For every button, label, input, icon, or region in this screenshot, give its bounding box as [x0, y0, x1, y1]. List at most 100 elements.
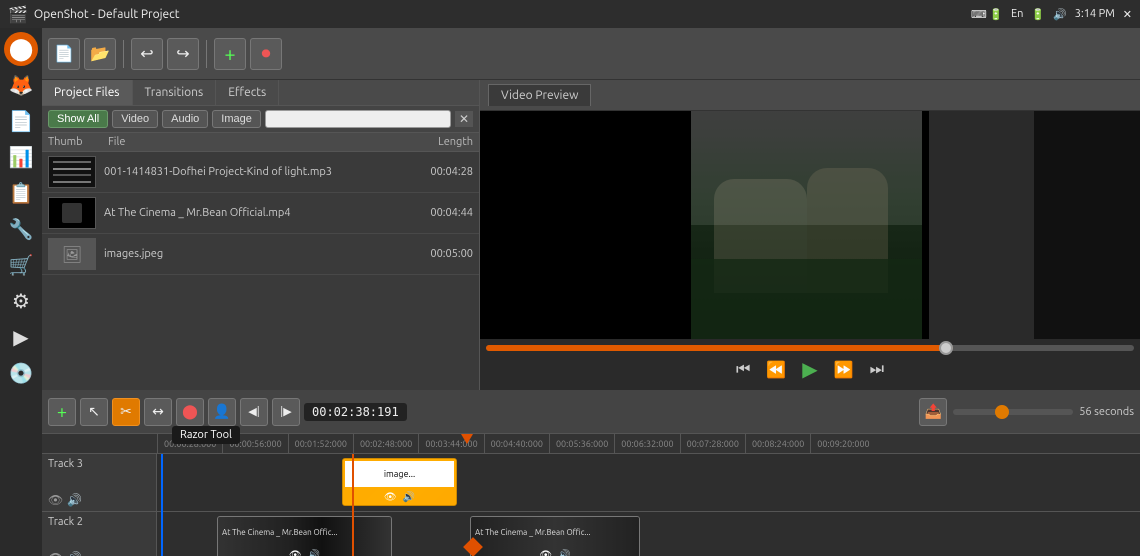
- titlebar-left: 🎬 OpenShot - Default Project: [8, 5, 179, 24]
- marker-tool-button[interactable]: 👤: [208, 398, 236, 426]
- filter-show-all[interactable]: Show All: [48, 110, 108, 128]
- control-buttons: ⏮ ⏪ ▶ ⏩ ⏭: [486, 355, 1134, 384]
- middle-section: Project Files Transitions Effects Show A…: [42, 80, 1140, 390]
- snap-start-button[interactable]: ◀|: [240, 398, 268, 426]
- sidebar-icon-1[interactable]: 🦊: [4, 68, 38, 102]
- redo-button[interactable]: ↪: [167, 38, 199, 70]
- play-button[interactable]: ▶: [798, 355, 821, 384]
- ruler-mark-2: 00:01:52:000: [288, 434, 353, 454]
- search-input[interactable]: [265, 110, 451, 128]
- skip-forward-button[interactable]: ⏭: [866, 359, 888, 381]
- clip-image-1[interactable]: image... 👁 🔊: [342, 458, 457, 506]
- track-2: Track 2 👁 🔊 At The Cinema _ Mr.Bean Offi…: [42, 512, 1140, 556]
- track-3-controls: 👁 🔊: [48, 493, 150, 507]
- file-table-header: Thumb File Length: [42, 133, 479, 152]
- track-2-header: Track 2 👁 🔊: [42, 512, 157, 556]
- progress-fill: [486, 345, 953, 351]
- track-3-audio-icon[interactable]: 🔊: [67, 493, 82, 507]
- sidebar-icon-7[interactable]: ▶: [4, 320, 38, 354]
- sidebar-icon-4[interactable]: 📋: [4, 176, 38, 210]
- track-2-audio-icon[interactable]: 🔊: [67, 551, 82, 556]
- track-2-content[interactable]: At The Cinema _ Mr.Bean Offic... 👁 🔊: [157, 512, 1140, 556]
- open-project-button[interactable]: 📂: [84, 38, 116, 70]
- file-row-3[interactable]: 🖼 images.jpeg 00:05:00: [42, 234, 479, 275]
- clip-eye-icon-2b[interactable]: 👁: [539, 549, 552, 556]
- move-tool-button[interactable]: ↔: [144, 398, 172, 426]
- tab-project-files[interactable]: Project Files: [42, 80, 133, 105]
- file-length-2: 00:04:44: [403, 207, 473, 219]
- select-tool-button[interactable]: ↖: [80, 398, 108, 426]
- track-2-controls: 👁 🔊: [48, 551, 150, 556]
- clip-eye-icon-3[interactable]: 👁: [384, 491, 397, 503]
- sidebar-icon-8[interactable]: 💿: [4, 356, 38, 390]
- progress-bar[interactable]: [486, 345, 1134, 351]
- add-track-button[interactable]: +: [48, 398, 76, 426]
- sidebar-icon-gear[interactable]: ⚙: [4, 284, 38, 318]
- main-content: ⬤ 🦊 📄 📊 📋 🔧 🛒 ⚙ ▶ 💿 📄 📂 ↩ ↪ + ⏺ Project: [0, 28, 1140, 556]
- sidebar-icon-3[interactable]: 📊: [4, 140, 38, 174]
- titlebar: 🎬 OpenShot - Default Project ⌨ 🔋 En 🔋 🔊 …: [0, 0, 1140, 28]
- razor-tooltip: Razor Tool: [172, 426, 240, 444]
- filter-audio[interactable]: Audio: [162, 110, 208, 128]
- razor-tool-button[interactable]: ✂: [112, 398, 140, 426]
- tab-effects[interactable]: Effects: [216, 80, 279, 105]
- track-2-name: Track 2: [48, 516, 150, 528]
- titlebar-right: ⌨ 🔋 En 🔋 🔊 3:14 PM ✕: [971, 8, 1132, 21]
- ruler-mark-8: 00:07:28:000: [680, 434, 745, 454]
- step-back-button[interactable]: ⏪: [762, 358, 790, 382]
- track-2-eye-icon[interactable]: 👁: [48, 551, 63, 556]
- search-clear-button[interactable]: ✕: [455, 111, 473, 127]
- file-name-1: 001-1414831-Dofhei Project-Kind of light…: [104, 166, 403, 178]
- clip-audio-icon-2b[interactable]: 🔊: [558, 549, 570, 556]
- track-3-content[interactable]: image... 👁 🔊: [157, 454, 1140, 511]
- clip-video-1[interactable]: At The Cinema _ Mr.Bean Offic... 👁 🔊: [217, 516, 392, 556]
- undo-button[interactable]: ↩: [131, 38, 163, 70]
- toolbar-separator-1: [123, 40, 124, 68]
- clip-eye-icon-2a[interactable]: 👁: [289, 549, 302, 556]
- track-3-eye-icon[interactable]: 👁: [48, 493, 63, 507]
- filter-image[interactable]: Image: [212, 110, 261, 128]
- skip-back-button[interactable]: ⏮: [732, 359, 754, 381]
- video-preview-tab[interactable]: Video Preview: [488, 84, 591, 106]
- toolbar-right: 📤 56 seconds: [919, 398, 1134, 426]
- clock: 3:14 PM: [1075, 8, 1115, 20]
- file-thumb-3: 🖼: [48, 238, 96, 270]
- filter-video[interactable]: Video: [112, 110, 158, 128]
- file-thumb-2: [48, 197, 96, 229]
- file-row-1[interactable]: 001-1414831-Dofhei Project-Kind of light…: [42, 152, 479, 193]
- sidebar-icon-5[interactable]: 🔧: [4, 212, 38, 246]
- tab-transitions[interactable]: Transitions: [133, 80, 217, 105]
- ruler-mark-7: 00:06:32:000: [614, 434, 679, 454]
- file-length-3: 00:05:00: [403, 248, 473, 260]
- sidebar: ⬤ 🦊 📄 📊 📋 🔧 🛒 ⚙ ▶ 💿: [0, 28, 42, 556]
- clip-audio-icon-2a[interactable]: 🔊: [308, 549, 320, 556]
- progress-handle[interactable]: [939, 341, 953, 355]
- magnet-tool-button[interactable]: ⬤: [176, 398, 204, 426]
- snap-end-button[interactable]: |▶: [272, 398, 300, 426]
- timeline-section: + ↖ ✂ ↔ ⬤ 👤 ◀| |▶ Razor Tool 00:02:38:19…: [42, 390, 1140, 556]
- file-length-1: 00:04:28: [403, 166, 473, 178]
- record-button[interactable]: ⏺: [250, 38, 282, 70]
- sidebar-ubuntu[interactable]: ⬤: [4, 32, 38, 66]
- file-name-2: At The Cinema _ Mr.Bean Official.mp4: [104, 207, 403, 219]
- zoom-slider[interactable]: [953, 409, 1073, 415]
- clip-audio-icon-3[interactable]: 🔊: [403, 491, 415, 503]
- battery-icon: 🔋: [1031, 8, 1045, 21]
- ruler-marks: 00:00:28:000 00:00:56:000 00:01:52:000 0…: [157, 434, 1140, 454]
- import-button[interactable]: +: [214, 38, 246, 70]
- new-project-button[interactable]: 📄: [48, 38, 80, 70]
- tracks-area: Track 3 👁 🔊 image...: [42, 454, 1140, 556]
- sidebar-icon-6[interactable]: 🛒: [4, 248, 38, 282]
- sidebar-icon-2[interactable]: 📄: [4, 104, 38, 138]
- toolbar: 📄 📂 ↩ ↪ + ⏺: [42, 28, 1140, 80]
- zoom-handle[interactable]: [995, 405, 1009, 419]
- app-title: OpenShot - Default Project: [34, 8, 180, 21]
- clip-video-2[interactable]: At The Cinema _ Mr.Bean Offic... 👁 🔊: [470, 516, 640, 556]
- close-icon[interactable]: ✕: [1123, 8, 1132, 21]
- step-forward-button[interactable]: ⏩: [830, 358, 858, 382]
- track-3: Track 3 👁 🔊 image...: [42, 454, 1140, 512]
- volume-icon: 🔊: [1053, 8, 1067, 21]
- export-button[interactable]: 📤: [919, 398, 947, 426]
- file-row-2[interactable]: At The Cinema _ Mr.Bean Official.mp4 00:…: [42, 193, 479, 234]
- file-name-3: images.jpeg: [104, 248, 403, 260]
